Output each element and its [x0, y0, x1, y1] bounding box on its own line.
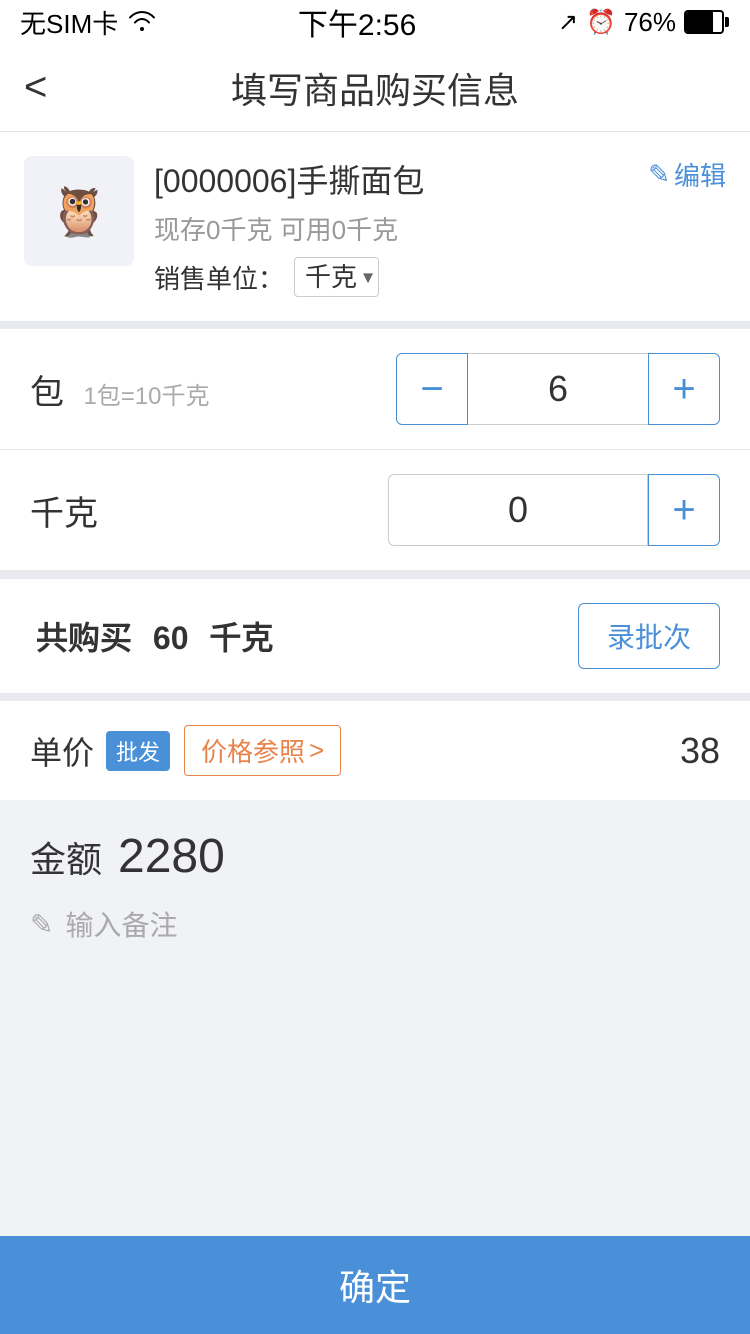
product-unit-row: 销售单位： 千克 包 — [154, 257, 628, 297]
kg-increment-button[interactable]: + — [648, 474, 720, 546]
battery-percent: 76% — [624, 7, 676, 38]
product-thumbnail: 🦉 — [24, 156, 134, 266]
battery-icon — [684, 10, 730, 34]
nav-bar: < 填写商品购买信息 — [0, 44, 750, 132]
status-left: 无SIM卡 — [20, 4, 156, 41]
price-label: 单价 — [30, 728, 94, 774]
product-name: [0000006]手撕面包 — [154, 156, 628, 202]
confirm-bar[interactable]: 确定 — [0, 1236, 750, 1334]
status-time: 下午2:56 — [298, 0, 416, 44]
amount-value: 2280 — [118, 829, 225, 884]
product-card: 🦉 [0000006]手撕面包 现存0千克 可用0千克 销售单位： 千克 包 ✎… — [0, 132, 750, 329]
status-right: ↗ ⏰ 76% — [558, 7, 730, 38]
amount-row: 金额 2280 — [30, 829, 720, 884]
remark-input[interactable]: 输入备注 — [65, 904, 177, 944]
pack-quantity-input[interactable] — [468, 353, 648, 425]
pack-increment-button[interactable]: + — [648, 353, 720, 425]
total-text: 共购买 60 千克 — [30, 613, 279, 659]
product-stock: 现存0千克 可用0千克 — [154, 210, 628, 247]
back-button[interactable]: < — [24, 65, 47, 110]
wifi-icon — [128, 7, 156, 38]
edit-icon: ✎ — [648, 159, 670, 190]
price-ref-button[interactable]: 价格参照 > — [184, 725, 341, 776]
unit-select[interactable]: 千克 包 — [294, 257, 379, 297]
kg-quantity-controls: + — [388, 474, 720, 546]
price-value: 38 — [680, 730, 720, 772]
price-ref-arrow-icon: > — [309, 735, 324, 766]
edit-label: 编辑 — [674, 156, 726, 193]
total-section: 共购买 60 千克 录批次 — [0, 571, 750, 693]
page-title: 填写商品购买信息 — [231, 62, 519, 114]
pack-quantity-controls: − + — [396, 353, 720, 425]
quantity-section: 包 1包=10千克 − + 千克 + — [0, 329, 750, 571]
batch-button[interactable]: 录批次 — [578, 603, 720, 669]
product-info: [0000006]手撕面包 现存0千克 可用0千克 销售单位： 千克 包 — [154, 156, 628, 297]
status-bar: 无SIM卡 下午2:56 ↗ ⏰ 76% — [0, 0, 750, 44]
price-ref-label: 价格参照 — [201, 732, 305, 769]
pack-label: 包 1包=10千克 — [30, 365, 396, 414]
pack-decrement-button[interactable]: − — [396, 353, 468, 425]
price-type-tag: 批发 — [106, 731, 170, 771]
quantity-row-pack: 包 1包=10千克 − + — [0, 329, 750, 450]
amount-section: 金额 2280 ✎ 输入备注 — [0, 801, 750, 964]
edit-button[interactable]: ✎ 编辑 — [648, 156, 726, 193]
product-logo-icon: 🦉 — [49, 183, 109, 240]
location-icon: ↗ — [558, 8, 578, 37]
pencil-icon: ✎ — [30, 908, 53, 941]
carrier-label: 无SIM卡 — [20, 4, 118, 41]
unit-select-wrap[interactable]: 千克 包 — [294, 257, 379, 297]
unit-label: 销售单位： — [154, 259, 284, 296]
price-section: 单价 批发 价格参照 > 38 — [0, 693, 750, 801]
amount-label: 金额 — [30, 831, 102, 883]
quantity-row-kg: 千克 + — [0, 450, 750, 571]
alarm-icon: ⏰ — [586, 8, 616, 37]
remark-row[interactable]: ✎ 输入备注 — [30, 904, 720, 944]
kg-label: 千克 — [30, 486, 388, 535]
pack-hint: 1包=10千克 — [83, 383, 209, 410]
confirm-button[interactable]: 确定 — [339, 1259, 411, 1311]
kg-quantity-input[interactable] — [388, 474, 648, 546]
